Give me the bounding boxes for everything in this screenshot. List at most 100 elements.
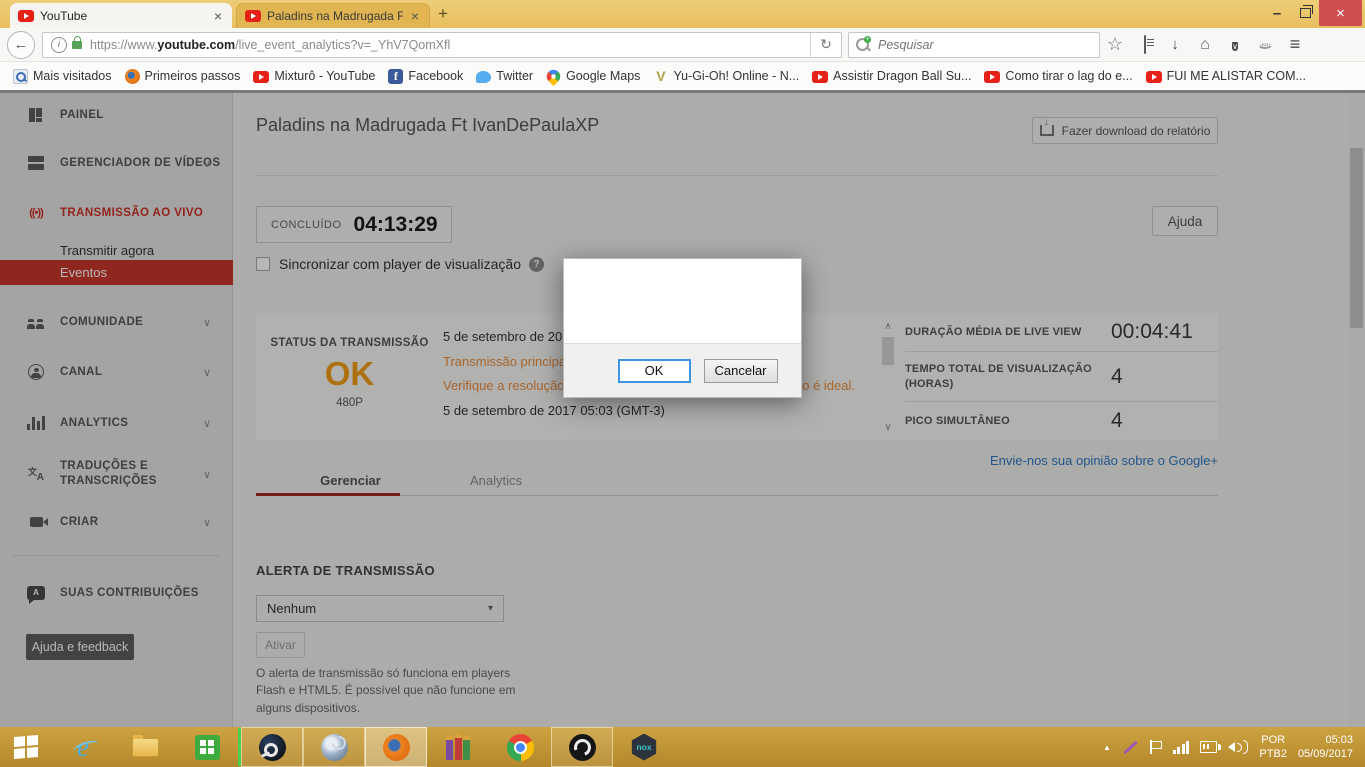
close-tab-icon[interactable]: × — [409, 9, 421, 23]
chrome-icon — [506, 733, 534, 761]
navigation-toolbar: ← i https://www. youtube.com/live_event_a… — [0, 28, 1365, 62]
taskbar-clock[interactable]: 05:03 05/09/2017 — [1298, 733, 1353, 762]
google-maps-icon — [544, 66, 564, 86]
ssl-lock-icon[interactable] — [72, 35, 82, 49]
back-button[interactable]: ← — [7, 30, 35, 59]
page-content: PAINEL GERENCIADOR DE VÍDEOS ∨ ((•)) TRA… — [0, 90, 1365, 727]
search-icon[interactable]: + — [856, 36, 871, 51]
url-path: /live_event_analytics?v=_YhV7QomXfl — [235, 37, 451, 52]
facebook-icon: f — [388, 68, 404, 84]
taskbar-media-app[interactable] — [303, 727, 365, 767]
new-tab-button[interactable]: + — [438, 4, 448, 24]
close-tab-icon[interactable]: × — [212, 9, 224, 23]
confirm-dialog: OK Cancelar — [563, 258, 802, 398]
internet-explorer-icon: e — [77, 731, 89, 762]
youtube-favicon — [18, 9, 34, 22]
most-visited-icon — [13, 68, 28, 84]
firefox-icon — [382, 733, 410, 761]
search-input[interactable] — [876, 36, 1099, 53]
cancel-button[interactable]: Cancelar — [703, 358, 778, 383]
winrar-icon — [446, 734, 470, 760]
clock-date: 05/09/2017 — [1297, 748, 1353, 760]
clock-time: 05:03 — [1325, 733, 1353, 746]
taskbar-steam[interactable] — [241, 727, 303, 767]
youtube-favicon — [245, 10, 261, 22]
url-domain: youtube.com — [157, 37, 236, 52]
bookmarks-bar: Mais visitados Primeiros passos Mixturô … — [0, 62, 1365, 90]
bookmark-como-tirar-lag[interactable]: Como tirar o lag do e... — [984, 69, 1133, 83]
dialog-footer: OK Cancelar — [564, 343, 801, 397]
windows-taskbar: e nox ▲ POR PTB2 05:03 05/09/2017 — [0, 727, 1365, 767]
restore-icon — [1299, 5, 1313, 18]
home-icon[interactable]: ⌂ — [1190, 36, 1220, 54]
search-bar[interactable]: + — [848, 31, 1100, 58]
taskbar-nox[interactable]: nox — [613, 727, 675, 767]
obs-icon — [568, 733, 596, 761]
pen-input-icon[interactable] — [1123, 740, 1138, 754]
minimize-button[interactable]: – — [1263, 0, 1291, 26]
taskbar-obs[interactable] — [551, 727, 613, 767]
bookmark-fui-me-alistar[interactable]: FUI ME ALISTAR COM... — [1145, 69, 1306, 83]
browser-titlebar: YouTube × Paladins na Madrugada Ft Iv × … — [0, 0, 1365, 28]
url-bar[interactable]: i https://www. youtube.com/live_event_ana… — [42, 31, 842, 58]
network-signal-icon[interactable] — [1172, 740, 1190, 754]
battery-icon[interactable] — [1200, 741, 1221, 753]
taskbar-firefox[interactable] — [365, 727, 427, 767]
twitter-icon — [476, 71, 492, 83]
add-engine-badge: + — [864, 36, 871, 43]
bookmark-google-maps[interactable]: Google Maps — [544, 66, 640, 86]
language-indicator[interactable]: POR PTB2 — [1259, 733, 1287, 762]
bookmark-facebook[interactable]: f Facebook — [388, 68, 463, 84]
taskbar-windows-store[interactable] — [176, 727, 238, 767]
language-code: POR — [1261, 733, 1286, 746]
pocket-icon[interactable]: ∨ — [1220, 36, 1250, 54]
clipboard-icon — [1144, 34, 1146, 54]
bookmark-star-icon[interactable]: ☆ — [1100, 34, 1130, 55]
abp-badge: ABP — [1258, 43, 1272, 49]
yugioh-icon: V — [656, 67, 666, 84]
windows-store-icon — [194, 734, 220, 760]
page-info-icon[interactable]: i — [51, 36, 67, 53]
youtube-icon — [984, 70, 1001, 83]
bookmark-mixturo[interactable]: Mixturô - YouTube — [253, 69, 375, 83]
bookmark-primeiros-passos[interactable]: Primeiros passos — [124, 68, 240, 84]
youtube-icon — [812, 70, 829, 83]
action-center-flag-icon[interactable] — [1149, 740, 1162, 754]
tab-title: YouTube — [40, 8, 88, 23]
desktop: YouTube × Paladins na Madrugada Ft Iv × … — [0, 0, 1365, 767]
taskbar-internet-explorer[interactable]: e — [52, 727, 114, 767]
taskbar-chrome[interactable] — [489, 727, 551, 767]
modal-dim-overlay — [0, 93, 1365, 727]
taskbar-winrar[interactable] — [427, 727, 489, 767]
downloads-icon[interactable]: ↓ — [1160, 36, 1190, 53]
taskbar-file-explorer[interactable] — [114, 727, 176, 767]
firefox-icon — [124, 68, 140, 84]
windows-logo-icon — [14, 734, 38, 760]
youtube-icon — [253, 70, 270, 83]
tab-youtube[interactable]: YouTube × — [10, 3, 232, 28]
system-tray: ▲ POR PTB2 05:03 05/09/2017 — [1103, 733, 1365, 762]
tab-paladins[interactable]: Paladins na Madrugada Ft Iv × — [236, 3, 430, 28]
ok-button[interactable]: OK — [617, 358, 691, 383]
youtube-icon — [1145, 70, 1162, 83]
bookmark-dragon-ball[interactable]: Assistir Dragon Ball Su... — [812, 69, 971, 83]
pocket-shield-icon: ∨ — [1232, 41, 1238, 51]
file-explorer-icon — [131, 734, 159, 757]
bookmark-yugioh[interactable]: V Yu-Gi-Oh! Online - N... — [653, 67, 799, 84]
dialog-body — [564, 259, 801, 343]
keyboard-layout: PTB2 — [1259, 748, 1287, 760]
start-button[interactable] — [0, 727, 52, 767]
hidden-icons-icon[interactable]: ▲ — [1103, 743, 1111, 752]
reload-button[interactable]: ↻ — [810, 32, 841, 57]
bookmark-most-visited[interactable]: Mais visitados — [13, 68, 112, 84]
reading-list-icon[interactable] — [1130, 34, 1160, 54]
close-window-button[interactable]: × — [1319, 0, 1362, 26]
tab-title: Paladins na Madrugada Ft Iv — [267, 9, 403, 23]
menu-icon[interactable]: ≡ — [1280, 34, 1310, 55]
nox-icon: nox — [631, 733, 657, 761]
restore-button[interactable] — [1291, 0, 1319, 26]
volume-icon[interactable] — [1218, 740, 1249, 754]
steam-icon — [258, 733, 286, 761]
adblock-icon[interactable]: ABP — [1250, 34, 1280, 55]
bookmark-twitter[interactable]: Twitter — [476, 69, 533, 83]
